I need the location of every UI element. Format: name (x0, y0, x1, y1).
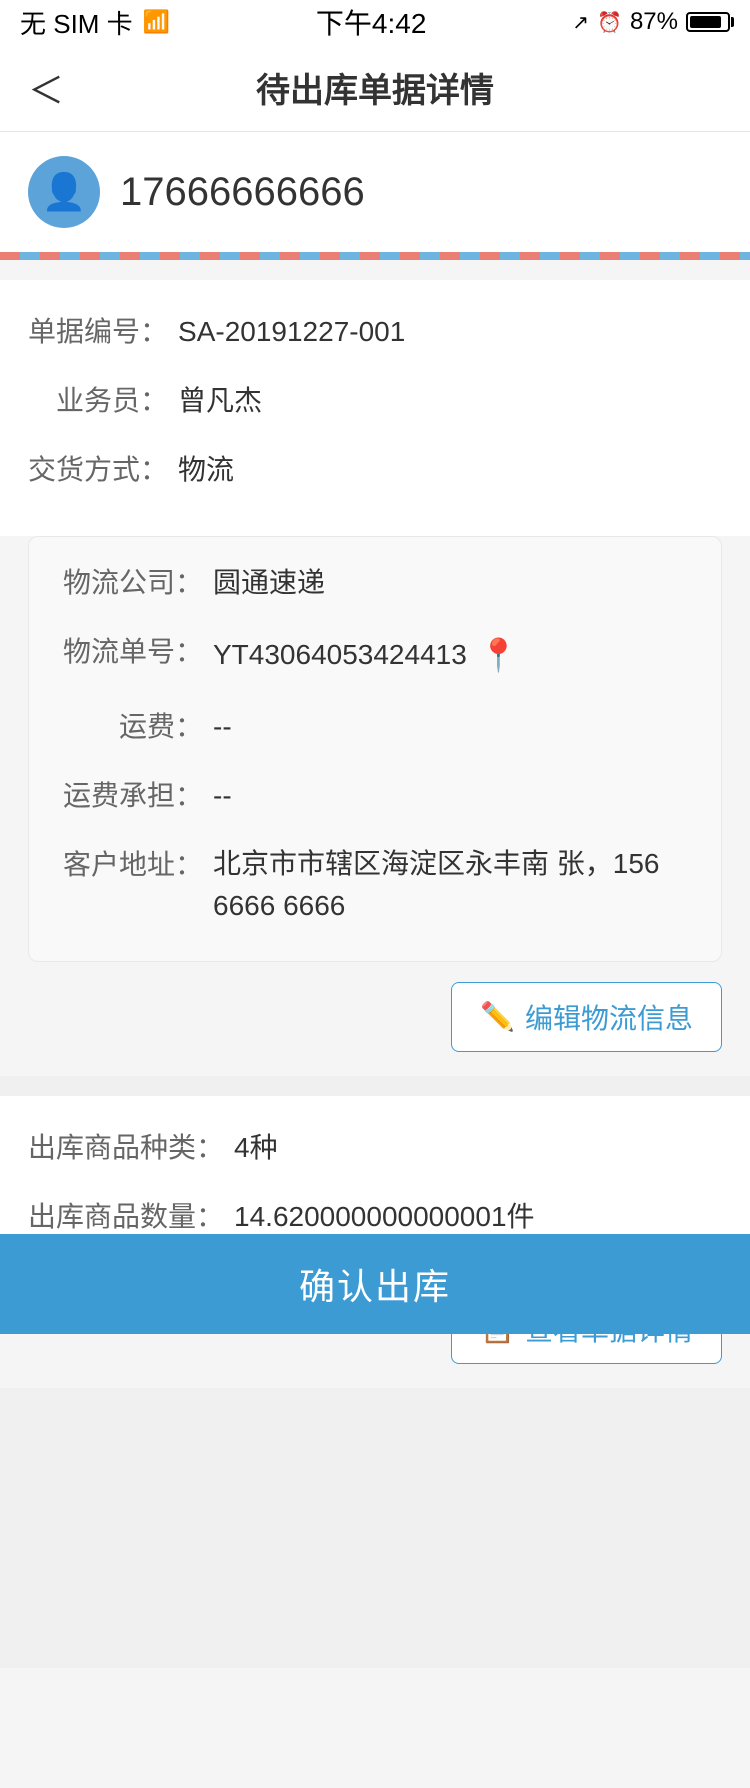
battery-percent: 87% (630, 8, 678, 36)
logistics-card: 物流公司： 圆通速递 物流单号： YT43064053424413 📍 运费： … (28, 536, 722, 962)
gray-space (0, 1388, 750, 1668)
company-row: 物流公司： 圆通速递 (53, 561, 697, 606)
battery-fill (690, 16, 721, 28)
edit-btn-wrap: ✏️ 编辑物流信息 (0, 982, 750, 1076)
status-bar: 无 SIM 卡 📶 下午4:42 ↗ ⏰ 87% (0, 0, 750, 44)
alarm-icon: ⏰ (597, 10, 622, 35)
company-label: 物流公司： (53, 561, 203, 606)
freight-row: 运费： -- (53, 705, 697, 750)
customer-phone: 17666666666 (120, 170, 365, 215)
delivery-method-value: 物流 (168, 448, 722, 493)
freight-bearer-label: 运费承担： (53, 774, 203, 819)
customer-header: 👤 17666666666 (0, 132, 750, 252)
battery-icon (686, 12, 730, 32)
status-right: ↗ ⏰ 87% (572, 8, 730, 36)
section-divider-1 (0, 1076, 750, 1096)
address-row: 客户地址： 北京市市辖区海淀区永丰南 张，156 6666 6666 (53, 843, 697, 927)
sales-person-label: 业务员： (28, 379, 168, 424)
back-button[interactable]: ＜ (28, 62, 64, 114)
carrier-label: 无 SIM 卡 (20, 4, 133, 41)
location-pin-icon[interactable]: 📍 (479, 630, 519, 681)
dashed-divider (0, 252, 750, 260)
company-value: 圆通速递 (203, 561, 697, 606)
edit-logistics-button[interactable]: ✏️ 编辑物流信息 (451, 982, 722, 1052)
freight-label: 运费： (53, 705, 203, 750)
wifi-icon: 📶 (143, 9, 170, 35)
tracking-no-row: 物流单号： YT43064053424413 📍 (53, 630, 697, 681)
page-title: 待出库单据详情 (256, 63, 494, 112)
edit-icon: ✏️ (480, 1000, 515, 1033)
sales-person-value: 曾凡杰 (168, 379, 722, 424)
status-time: 下午4:42 (316, 2, 427, 42)
tracking-no-value: YT43064053424413 (213, 633, 467, 678)
document-no-value: SA-20191227-001 (168, 310, 722, 355)
document-no-row: 单据编号： SA-20191227-001 (28, 310, 722, 355)
product-quantity-value: 14.620000000000001件 (224, 1195, 722, 1240)
product-quantity-label: 出库商品数量： (28, 1195, 224, 1240)
status-left: 无 SIM 卡 📶 (20, 4, 170, 41)
product-quantity-row: 出库商品数量： 14.620000000000001件 (28, 1195, 722, 1240)
tracking-no-row-value: YT43064053424413 📍 (203, 630, 697, 681)
freight-value: -- (203, 705, 697, 750)
product-type-value: 4种 (224, 1126, 722, 1171)
avatar: 👤 (28, 156, 100, 228)
avatar-icon: 👤 (42, 171, 87, 213)
address-value: 北京市市辖区海淀区永丰南 张，156 6666 6666 (203, 843, 697, 927)
nav-bar: ＜ 待出库单据详情 (0, 44, 750, 132)
product-type-row: 出库商品种类： 4种 (28, 1126, 722, 1171)
delivery-method-label: 交货方式： (28, 448, 168, 493)
delivery-method-row: 交货方式： 物流 (28, 448, 722, 493)
bottom-padding (0, 1668, 750, 1788)
freight-bearer-row: 运费承担： -- (53, 774, 697, 819)
sales-person-row: 业务员： 曾凡杰 (28, 379, 722, 424)
confirm-label: 确认出库 (299, 1258, 451, 1310)
confirm-button[interactable]: 确认出库 (0, 1234, 750, 1334)
document-no-label: 单据编号： (28, 310, 168, 355)
product-type-label: 出库商品种类： (28, 1126, 224, 1171)
tracking-no-label: 物流单号： (53, 630, 203, 675)
freight-bearer-value: -- (203, 774, 697, 819)
location-arrow-icon: ↗ (572, 10, 589, 35)
order-info-section: 单据编号： SA-20191227-001 业务员： 曾凡杰 交货方式： 物流 (0, 280, 750, 536)
address-label: 客户地址： (53, 843, 203, 888)
edit-btn-label: 编辑物流信息 (525, 997, 693, 1037)
